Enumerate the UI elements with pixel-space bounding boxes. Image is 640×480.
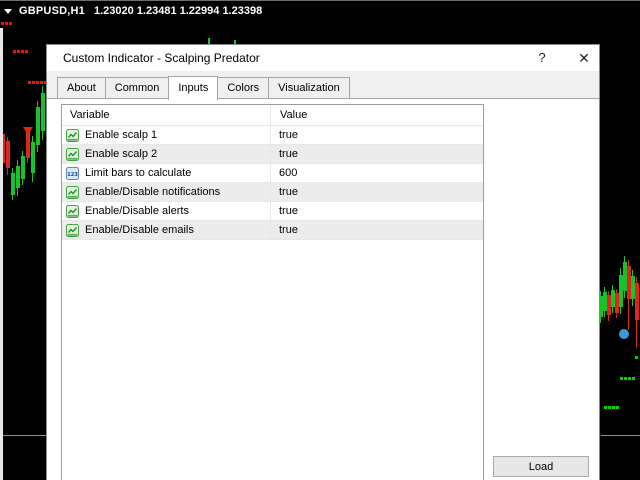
dialog-titlebar: Custom Indicator - Scalping Predator ? ✕ xyxy=(47,45,599,71)
dialog-tabs: About Common Inputs Colors Visualization xyxy=(57,75,350,100)
variable-cell: 123 Limit bars to calculate xyxy=(62,164,270,182)
value-cell[interactable]: true xyxy=(270,221,483,239)
signal-dot-red xyxy=(21,50,24,53)
signal-dot-green xyxy=(632,377,635,380)
custom-indicator-dialog: Custom Indicator - Scalping Predator ? ✕… xyxy=(46,44,600,480)
tab-about[interactable]: About xyxy=(57,77,106,98)
signal-dot-red xyxy=(25,50,28,53)
signal-dot-red xyxy=(36,81,39,84)
signal-dot-red xyxy=(40,81,43,84)
bool-input-icon xyxy=(66,128,79,142)
table-row[interactable]: Enable scalp 2 true xyxy=(62,145,483,164)
bool-input-icon xyxy=(66,204,79,218)
candle-body xyxy=(31,142,35,173)
variable-cell: Enable/Disable alerts xyxy=(62,202,270,220)
signal-dot-blue xyxy=(619,329,629,339)
column-header-variable: Variable xyxy=(70,109,110,121)
value-cell[interactable]: true xyxy=(270,183,483,201)
value-cell[interactable]: true xyxy=(270,126,483,144)
tab-visualization[interactable]: Visualization xyxy=(268,77,350,98)
int-input-icon: 123 xyxy=(66,166,79,180)
candle-body xyxy=(11,173,15,195)
sell-arrow-icon xyxy=(23,127,33,135)
tab-common[interactable]: Common xyxy=(104,77,170,98)
variable-name: Enable/Disable emails xyxy=(85,224,194,236)
bool-input-icon xyxy=(66,223,79,237)
chart-separator-line xyxy=(3,435,46,436)
candle-body xyxy=(41,93,45,131)
signal-dot-green xyxy=(635,356,638,359)
variable-name: Enable scalp 2 xyxy=(85,148,158,160)
table-row[interactable]: Enable/Disable notifications true xyxy=(62,183,483,202)
dialog-title: Custom Indicator - Scalping Predator xyxy=(63,51,260,65)
metatrader-window: GBPUSD,H1 1.23020 1.23481 1.22994 1.2339… xyxy=(0,0,640,480)
help-button[interactable]: ? xyxy=(534,45,550,71)
svg-text:123: 123 xyxy=(67,171,78,177)
signal-dot-green xyxy=(612,406,615,409)
candle-body xyxy=(635,283,639,320)
variable-name: Enable/Disable alerts xyxy=(85,205,189,217)
signal-dot-red xyxy=(5,22,8,25)
signal-dot-green xyxy=(608,406,611,409)
signal-dot-red xyxy=(17,50,20,53)
table-row[interactable]: Enable/Disable emails true xyxy=(62,221,483,240)
variable-cell: Enable/Disable notifications xyxy=(62,183,270,201)
column-header-value: Value xyxy=(270,105,483,125)
signal-dot-red xyxy=(1,22,4,25)
tab-colors[interactable]: Colors xyxy=(217,77,270,98)
value-cell[interactable]: 600 xyxy=(270,164,483,182)
table-row[interactable]: Enable/Disable alerts true xyxy=(62,202,483,221)
inputs-table: Variable Value Enable scalp 1 true Enable … xyxy=(61,104,484,480)
variable-name: Enable/Disable notifications xyxy=(85,186,221,198)
value-cell[interactable]: true xyxy=(270,202,483,220)
window-left-edge xyxy=(0,28,3,480)
bool-input-icon xyxy=(66,185,79,199)
chart-symbol-bar[interactable]: GBPUSD,H1 1.23020 1.23481 1.22994 1.2339… xyxy=(4,4,262,18)
chart-separator-line xyxy=(601,435,640,436)
signal-dot-green xyxy=(620,377,623,380)
value-cell[interactable]: true xyxy=(270,145,483,163)
tab-inputs[interactable]: Inputs xyxy=(168,76,219,100)
variable-cell: Enable scalp 2 xyxy=(62,145,270,163)
signal-dot-green xyxy=(616,406,619,409)
load-button[interactable]: Load xyxy=(493,456,589,477)
candle-body xyxy=(16,166,20,188)
candle-body xyxy=(26,132,30,158)
signal-dot-red xyxy=(9,22,12,25)
symbol-dropdown-icon[interactable] xyxy=(4,8,12,14)
candle-body xyxy=(6,141,10,168)
signal-dot-green xyxy=(624,377,627,380)
signal-dot-red xyxy=(13,50,16,53)
variable-cell: Enable scalp 1 xyxy=(62,126,270,144)
signal-dot-red xyxy=(28,81,31,84)
variable-cell: Enable/Disable emails xyxy=(62,221,270,239)
signal-dot-green xyxy=(628,377,631,380)
candle-body xyxy=(21,156,25,179)
table-row[interactable]: 123 Limit bars to calculate 600 xyxy=(62,164,483,183)
bool-input-icon xyxy=(66,147,79,161)
signal-dot-red xyxy=(32,81,35,84)
candle-body xyxy=(36,107,40,145)
variable-name: Limit bars to calculate xyxy=(85,167,192,179)
table-body: Enable scalp 1 true Enable scalp 2 true 123 L… xyxy=(62,126,483,240)
variable-name: Enable scalp 1 xyxy=(85,129,158,141)
signal-dot-green xyxy=(604,406,607,409)
table-row[interactable]: Enable scalp 1 true xyxy=(62,126,483,145)
close-icon[interactable]: ✕ xyxy=(575,45,593,71)
symbol-label: GBPUSD,H1 xyxy=(19,5,85,17)
window-top-border xyxy=(0,0,640,1)
table-header: Variable Value xyxy=(62,105,483,126)
ohlc-quotes: 1.23020 1.23481 1.22994 1.23398 xyxy=(93,5,263,17)
